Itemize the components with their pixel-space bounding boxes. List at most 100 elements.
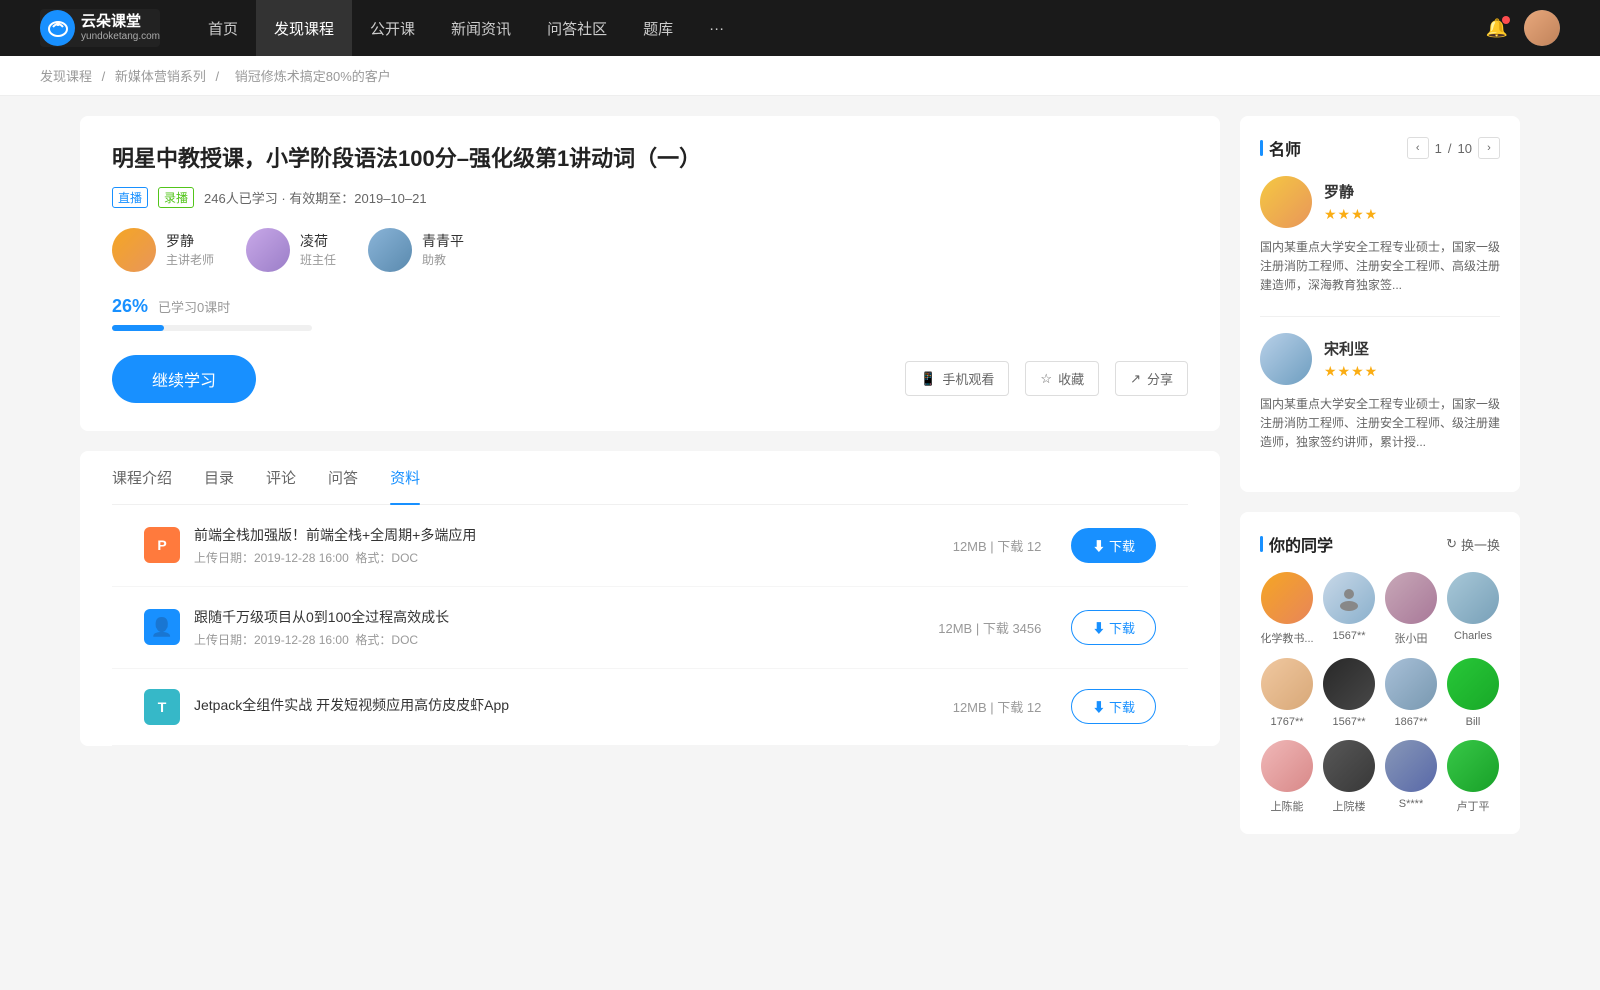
classmate-avatar-1 <box>1261 572 1313 624</box>
progress-fill <box>112 325 164 331</box>
user-avatar[interactable] <box>1524 10 1560 46</box>
classmate-11[interactable]: S**** <box>1384 740 1438 814</box>
teacher-stars-2: ★★★★ <box>1324 363 1378 380</box>
resource-name-1: 前端全栈加强版！前端全栈+全周期+多端应用 <box>194 525 939 545</box>
classmate-12[interactable]: 卢丁平 <box>1446 740 1500 814</box>
right-panel: 名师 ‹ 1 / 10 › 罗静 ★★★★ 国内某重点 <box>1240 116 1520 834</box>
logo-main-text: 云朵课堂 <box>81 13 160 31</box>
classmate-name-2: 1567** <box>1332 630 1365 642</box>
classmates-card-header: 你的同学 ↻ 换一换 <box>1260 532 1500 556</box>
teacher-desc-2: 国内某重点大学安全工程专业硕士，国家一级注册消防工程师、注册安全工程师、级注册建… <box>1260 395 1500 453</box>
continue-learning-button[interactable]: 继续学习 <box>112 355 256 403</box>
download-button-3[interactable]: ⬇ 下载 <box>1071 689 1156 724</box>
resource-meta-2: 上传日期：2019-12-28 16:00 格式：DOC <box>194 631 924 648</box>
breadcrumb-link-series[interactable]: 新媒体营销系列 <box>115 69 206 84</box>
resource-info-3: Jetpack全组件实战 开发短视频应用高仿皮皮虾App <box>194 695 939 719</box>
logo[interactable]: 云朵课堂 yundoketang.com <box>40 9 160 47</box>
teacher-item-1: 罗静 ★★★★ 国内某重点大学安全工程专业硕士，国家一级注册消防工程师、注册安全… <box>1260 176 1500 296</box>
classmate-7[interactable]: 1867** <box>1384 658 1438 728</box>
instructor-name-qing: 青青平 <box>422 231 464 251</box>
tab-qa[interactable]: 问答 <box>328 451 358 504</box>
breadcrumb-sep1: / <box>102 69 109 84</box>
classmate-5[interactable]: 1767** <box>1260 658 1314 728</box>
instructor-name-ling: 凌荷 <box>300 231 336 251</box>
mobile-watch-button[interactable]: 📱 手机观看 <box>905 361 1009 396</box>
classmate-avatar-8 <box>1447 658 1499 710</box>
mobile-watch-label: 手机观看 <box>942 369 994 388</box>
teacher-name-2: 宋利坚 <box>1324 338 1378 359</box>
logo-sub-text: yundoketang.com <box>81 31 160 43</box>
classmate-6[interactable]: 1567** <box>1322 658 1376 728</box>
classmate-name-8: Bill <box>1466 716 1481 728</box>
nav-item-more[interactable]: ··· <box>691 0 742 56</box>
classmate-name-7: 1867** <box>1394 716 1427 728</box>
teachers-prev-button[interactable]: ‹ <box>1407 137 1429 159</box>
refresh-icon: ↻ <box>1446 536 1457 552</box>
classmate-2[interactable]: 1567** <box>1322 572 1376 646</box>
nav-item-questions[interactable]: 题库 <box>625 0 691 56</box>
classmate-4[interactable]: Charles <box>1446 572 1500 646</box>
nav-item-discover[interactable]: 发现课程 <box>256 0 352 56</box>
classmate-avatar-10 <box>1323 740 1375 792</box>
logo-icon <box>40 10 75 46</box>
tab-resources[interactable]: 资料 <box>390 451 420 504</box>
resource-name-3: Jetpack全组件实战 开发短视频应用高仿皮皮虾App <box>194 695 939 715</box>
download-button-2[interactable]: ⬇ 下载 <box>1071 610 1156 645</box>
resource-info-1: 前端全栈加强版！前端全栈+全周期+多端应用 上传日期：2019-12-28 16… <box>194 525 939 566</box>
instructor-role-qing: 助教 <box>422 251 464 268</box>
course-title: 明星中教授课，小学阶段语法100分–强化级第1讲动词（一） <box>112 144 1188 175</box>
progress-percent: 26% <box>112 296 148 317</box>
collect-button[interactable]: ☆ 收藏 <box>1025 361 1099 396</box>
classmate-name-6: 1567** <box>1332 716 1365 728</box>
refresh-classmates-button[interactable]: ↻ 换一换 <box>1446 535 1500 554</box>
teachers-card-header: 名师 ‹ 1 / 10 › <box>1260 136 1500 160</box>
resource-stats-1: 12MB | 下载 12 <box>953 536 1042 555</box>
classmate-8[interactable]: Bill <box>1446 658 1500 728</box>
nav-right: 🔔 <box>1486 10 1560 46</box>
classmates-grid: 化学教书... 1567** 张小田 Charles <box>1260 572 1500 814</box>
tabs: 课程介绍 目录 评论 问答 资料 <box>112 451 1188 505</box>
teacher-top-2: 宋利坚 ★★★★ <box>1260 333 1500 385</box>
resource-meta-1: 上传日期：2019-12-28 16:00 格式：DOC <box>194 549 939 566</box>
breadcrumb-link-discover[interactable]: 发现课程 <box>40 69 92 84</box>
classmate-avatar-5 <box>1261 658 1313 710</box>
teacher-avatar-2 <box>1260 333 1312 385</box>
share-button[interactable]: ↗ 分享 <box>1115 361 1188 396</box>
classmate-3[interactable]: 张小田 <box>1384 572 1438 646</box>
resource-stats-3: 12MB | 下载 12 <box>953 697 1042 716</box>
breadcrumb-current: 销冠修炼术搞定80%的客户 <box>235 69 391 84</box>
tab-intro[interactable]: 课程介绍 <box>112 451 172 504</box>
notification-bell[interactable]: 🔔 <box>1486 18 1508 39</box>
share-icon: ↗ <box>1130 371 1141 387</box>
instructor-avatar-ling <box>246 228 290 272</box>
nav-item-home[interactable]: 首页 <box>190 0 256 56</box>
tabs-card: 课程介绍 目录 评论 问答 资料 P 前端全栈加强版！前端全栈+全周期+多端应用… <box>80 451 1220 746</box>
mobile-icon: 📱 <box>920 371 936 387</box>
download-button-1[interactable]: ⬇ 下载 <box>1071 528 1156 563</box>
progress-section: 26% 已学习0课时 <box>112 296 1188 331</box>
instructors: 罗静 主讲老师 凌荷 班主任 青青平 助教 <box>112 228 1188 272</box>
classmate-9[interactable]: 上陈能 <box>1260 740 1314 814</box>
tab-review[interactable]: 评论 <box>266 451 296 504</box>
progress-label: 已学习0课时 <box>158 297 230 316</box>
resource-item-3: T Jetpack全组件实战 开发短视频应用高仿皮皮虾App 12MB | 下载… <box>112 669 1188 746</box>
classmate-10[interactable]: 上院楼 <box>1322 740 1376 814</box>
teacher-stars-1: ★★★★ <box>1324 206 1378 223</box>
teachers-next-button[interactable]: › <box>1478 137 1500 159</box>
nav-item-open[interactable]: 公开课 <box>352 0 433 56</box>
instructor-luo: 罗静 主讲老师 <box>112 228 214 272</box>
classmate-name-5: 1767** <box>1270 716 1303 728</box>
resource-icon-3: T <box>144 689 180 725</box>
nav-item-news[interactable]: 新闻资讯 <box>433 0 529 56</box>
classmate-name-9: 上陈能 <box>1271 798 1304 814</box>
nav-menu: 首页 发现课程 公开课 新闻资讯 问答社区 题库 ··· <box>190 0 1486 56</box>
collect-label: 收藏 <box>1058 369 1084 388</box>
instructor-qing: 青青平 助教 <box>368 228 464 272</box>
resource-item-2: 👤 跟随千万级项目从0到100全过程高效成长 上传日期：2019-12-28 1… <box>112 587 1188 669</box>
course-header-card: 明星中教授课，小学阶段语法100分–强化级第1讲动词（一） 直播 录播 246人… <box>80 116 1220 431</box>
nav-item-qa[interactable]: 问答社区 <box>529 0 625 56</box>
classmate-name-1: 化学教书... <box>1260 630 1313 646</box>
tab-catalog[interactable]: 目录 <box>204 451 234 504</box>
classmate-avatar-3 <box>1385 572 1437 624</box>
classmate-1[interactable]: 化学教书... <box>1260 572 1314 646</box>
